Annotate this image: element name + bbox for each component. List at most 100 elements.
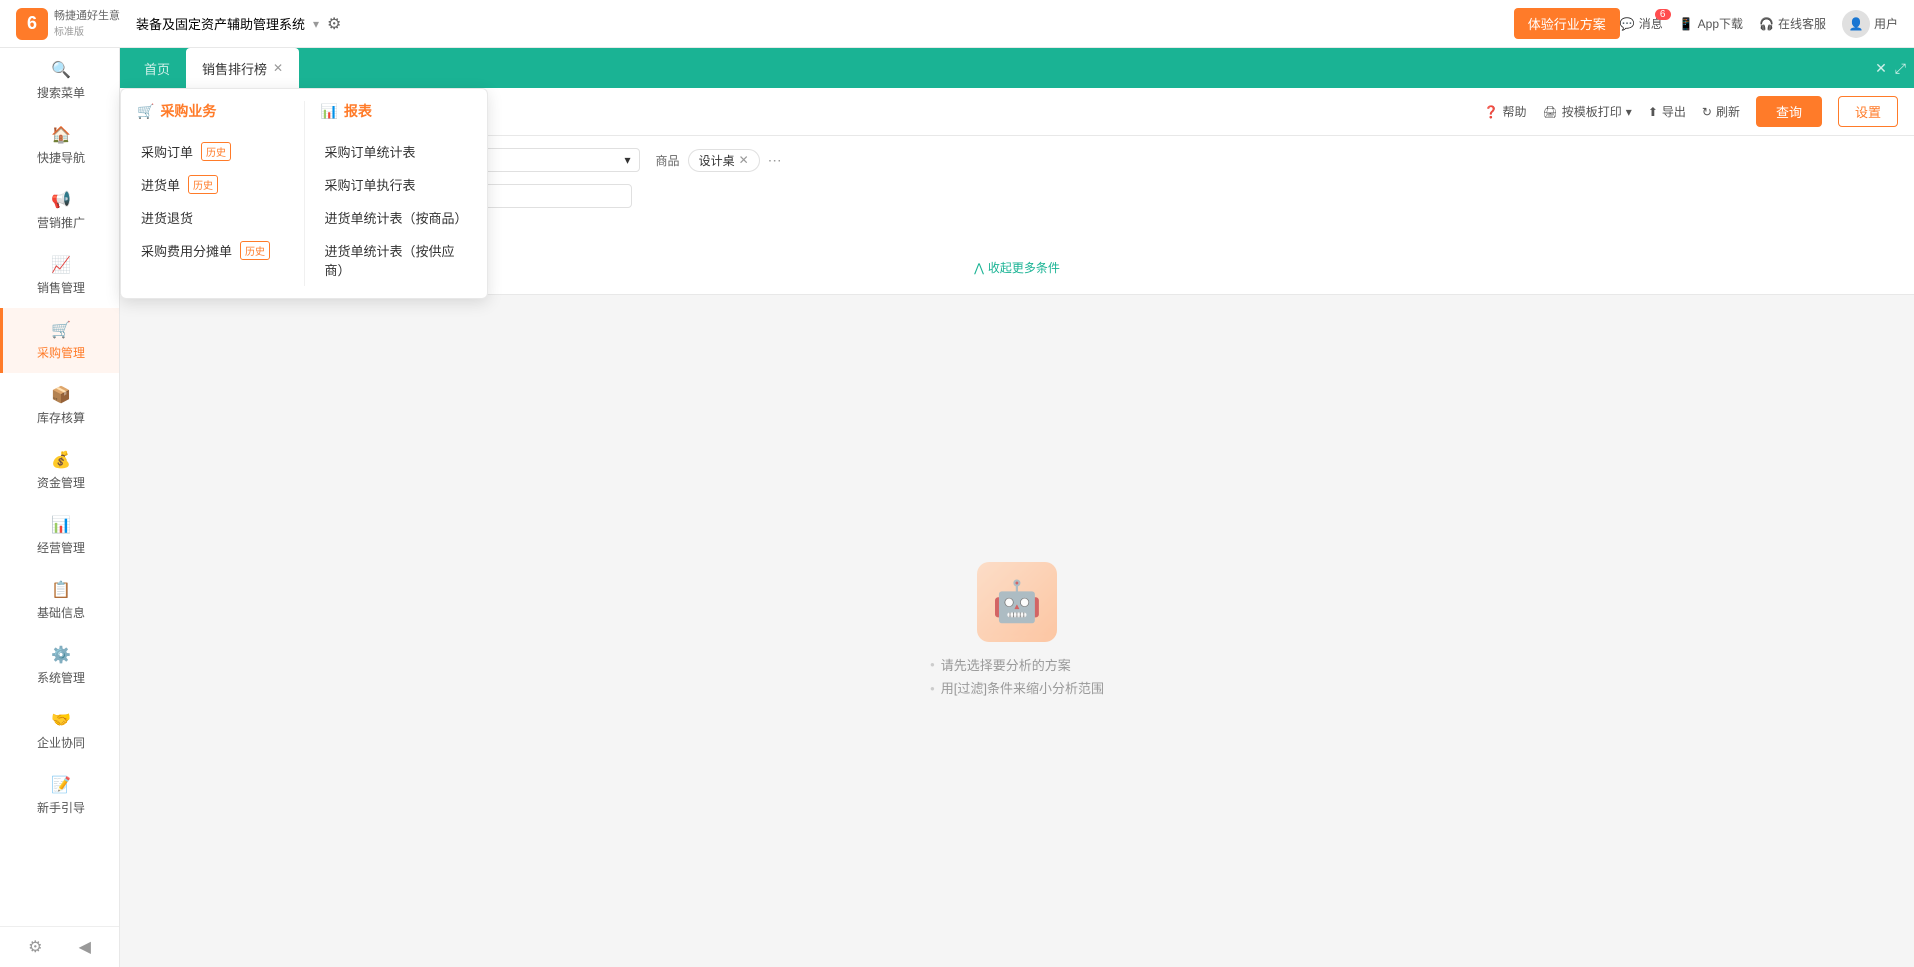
finance-icon: 💰 xyxy=(51,450,71,470)
enterprise-icon: 🤝 xyxy=(51,710,71,730)
sidebar-item-newbie[interactable]: 📝 新手引导 xyxy=(0,763,119,828)
report-col-icon: 📊 xyxy=(321,103,338,120)
sidebar-item-operation[interactable]: 📊 经营管理 xyxy=(0,503,119,568)
sidebar-item-system[interactable]: ⚙️ 系统管理 xyxy=(0,633,119,698)
print-label: 按模板打印 xyxy=(1562,103,1622,120)
logo-text: 畅捷通好生意 xyxy=(54,9,120,23)
empty-hint-2: 用[过滤]条件来缩小分析范围 xyxy=(930,677,1104,700)
industry-btn[interactable]: 体验行业方案 xyxy=(1514,8,1620,39)
sidebar-item-quicknav[interactable]: 🏠 快捷导航 xyxy=(0,113,119,178)
print-chevron-icon: ▾ xyxy=(1626,105,1632,119)
system-name-area: 装备及固定资产辅助管理系统 ▾ ⚙ xyxy=(136,14,1514,34)
dropdown-item-receipt-goods[interactable]: 进货单统计表（按商品） xyxy=(321,201,472,234)
sidebar-item-label: 营销推广 xyxy=(37,214,85,231)
sidebar-item-label: 资金管理 xyxy=(37,474,85,491)
export-btn[interactable]: ⬆ 导出 xyxy=(1648,103,1686,120)
sidebar-item-marketing[interactable]: 📢 营销推广 xyxy=(0,178,119,243)
sidebar-item-label: 企业协同 xyxy=(37,734,85,751)
report-col-title: 📊 报表 xyxy=(321,101,472,131)
refresh-btn[interactable]: ↻ 刷新 xyxy=(1702,103,1740,120)
history-badge-3: 历史 xyxy=(240,241,270,260)
order-stat-label: 采购订单统计表 xyxy=(325,142,416,161)
goods-label: 商品 xyxy=(656,152,680,169)
app-download-label: App下载 xyxy=(1698,15,1743,32)
window-close-icon[interactable]: ✕ xyxy=(1875,60,1887,77)
user-label: 用户 xyxy=(1874,15,1898,32)
collapse-icon[interactable]: ◀ xyxy=(79,937,91,957)
user-btn[interactable]: 👤 用户 xyxy=(1842,10,1898,38)
help-btn[interactable]: ❓ 帮助 xyxy=(1484,103,1527,120)
message-icon: 💬 xyxy=(1620,17,1635,31)
sidebar-item-label: 销售管理 xyxy=(37,279,85,296)
sidebar-item-label: 基础信息 xyxy=(37,604,85,621)
empty-icon: 🤖 xyxy=(977,562,1057,642)
gear-icon[interactable]: ⚙ xyxy=(327,14,341,34)
tab-bar-right: ✕ ⤢ xyxy=(1875,60,1906,77)
online-service-btn[interactable]: 🎧 在线客服 xyxy=(1759,15,1826,32)
dropdown-item-receipt[interactable]: 进货单 历史 xyxy=(137,168,288,201)
settings-icon[interactable]: ⚙ xyxy=(28,937,42,957)
chevron-down-icon: ▾ xyxy=(625,153,631,167)
sidebar: 🔍 搜索菜单 🏠 快捷导航 📢 营销推广 📈 销售管理 🛒 采购管理 📦 库存核… xyxy=(0,48,120,967)
receipt-supplier-label: 进货单统计表（按供应商） xyxy=(325,241,468,279)
refresh-label: 刷新 xyxy=(1716,103,1740,120)
online-service-label: 在线客服 xyxy=(1778,15,1826,32)
sidebar-item-label: 新手引导 xyxy=(37,799,85,816)
sidebar-item-purchase[interactable]: 🛒 采购管理 xyxy=(0,308,119,373)
goods-tag-value: 设计桌 xyxy=(699,152,735,169)
settings-btn[interactable]: 设置 xyxy=(1838,96,1898,127)
sidebar-item-inventory[interactable]: 📦 库存核算 xyxy=(0,373,119,438)
sidebar-item-basic[interactable]: 📋 基础信息 xyxy=(0,568,119,633)
print-btn[interactable]: 🖨 按模板打印 ▾ xyxy=(1543,103,1632,120)
tab-close-icon[interactable]: ✕ xyxy=(273,61,283,75)
tab-home[interactable]: 首页 xyxy=(128,48,186,88)
empty-state-area: 🤖 请先选择要分析的方案 用[过滤]条件来缩小分析范围 xyxy=(120,295,1914,967)
dropdown-item-purchase-order[interactable]: 采购订单 历史 xyxy=(137,135,288,168)
sidebar-item-enterprise[interactable]: 🤝 企业协同 xyxy=(0,698,119,763)
dropdown-item-order-stat[interactable]: 采购订单统计表 xyxy=(321,135,472,168)
dropdown-item-receipt-supplier[interactable]: 进货单统计表（按供应商） xyxy=(321,234,472,286)
dropdown-columns: 🛒 采购业务 采购订单 历史 进货单 历史 进货退货 采购费用分摊单 历史 📊 xyxy=(121,101,487,286)
system-name: 装备及固定资产辅助管理系统 xyxy=(136,14,305,33)
dropdown-item-order-exec[interactable]: 采购订单执行表 xyxy=(321,168,472,201)
goods-tag-close-icon[interactable]: ✕ xyxy=(739,153,749,167)
tab-sales-rank-label: 销售排行榜 xyxy=(202,59,267,78)
avatar: 👤 xyxy=(1842,10,1870,38)
purchase-icon: 🛒 xyxy=(51,320,71,340)
message-btn[interactable]: 💬 消息 6 xyxy=(1620,15,1663,32)
empty-hints: 请先选择要分析的方案 用[过滤]条件来缩小分析范围 xyxy=(930,654,1104,701)
help-icon: ❓ xyxy=(1484,105,1499,119)
marketing-icon: 📢 xyxy=(51,190,71,210)
tab-sales-rank[interactable]: 销售排行榜 ✕ xyxy=(186,48,299,88)
sidebar-item-label: 库存核算 xyxy=(37,409,85,426)
sidebar-item-label: 经营管理 xyxy=(37,539,85,556)
goods-tag[interactable]: 设计桌 ✕ xyxy=(688,149,760,172)
operation-icon: 📊 xyxy=(51,515,71,535)
headset-icon: 🎧 xyxy=(1759,17,1774,31)
purchase-order-label: 采购订单 xyxy=(141,142,193,161)
logo-sub: 标准版 xyxy=(54,23,120,38)
help-label: 帮助 xyxy=(1503,103,1527,120)
sidebar-item-search[interactable]: 🔍 搜索菜单 xyxy=(0,48,119,113)
chevron-down-icon[interactable]: ▾ xyxy=(313,17,319,31)
dropdown-item-return[interactable]: 进货退货 xyxy=(137,201,288,234)
report-col: 📊 报表 采购订单统计表 采购订单执行表 进货单统计表（按商品） 进货单统计表（… xyxy=(304,101,488,286)
sidebar-item-sales[interactable]: 📈 销售管理 xyxy=(0,243,119,308)
sidebar-item-finance[interactable]: 💰 资金管理 xyxy=(0,438,119,503)
sales-icon: 📈 xyxy=(51,255,71,275)
expense-label: 采购费用分摊单 xyxy=(141,241,232,260)
receipt-goods-label: 进货单统计表（按商品） xyxy=(325,208,468,227)
query-btn[interactable]: 查询 xyxy=(1756,96,1822,127)
search-icon: 🔍 xyxy=(51,60,71,80)
app-download-btn[interactable]: 📱 App下载 xyxy=(1679,15,1743,32)
sidebar-item-label: 搜索菜单 xyxy=(37,84,85,101)
dropdown-item-expense[interactable]: 采购费用分摊单 历史 xyxy=(137,234,288,267)
expand-icon[interactable]: ⤢ xyxy=(1895,60,1906,77)
order-exec-label: 采购订单执行表 xyxy=(325,175,416,194)
collapse-arrow-icon: ⋀ xyxy=(974,261,984,275)
history-badge-0: 历史 xyxy=(201,142,231,161)
home-icon: 🏠 xyxy=(51,125,71,145)
goods-more-icon[interactable]: ⋯ xyxy=(768,152,782,169)
purchase-dropdown-menu: 🛒 采购业务 采购订单 历史 进货单 历史 进货退货 采购费用分摊单 历史 📊 xyxy=(120,88,488,299)
logo-icon: 6 xyxy=(16,8,48,40)
